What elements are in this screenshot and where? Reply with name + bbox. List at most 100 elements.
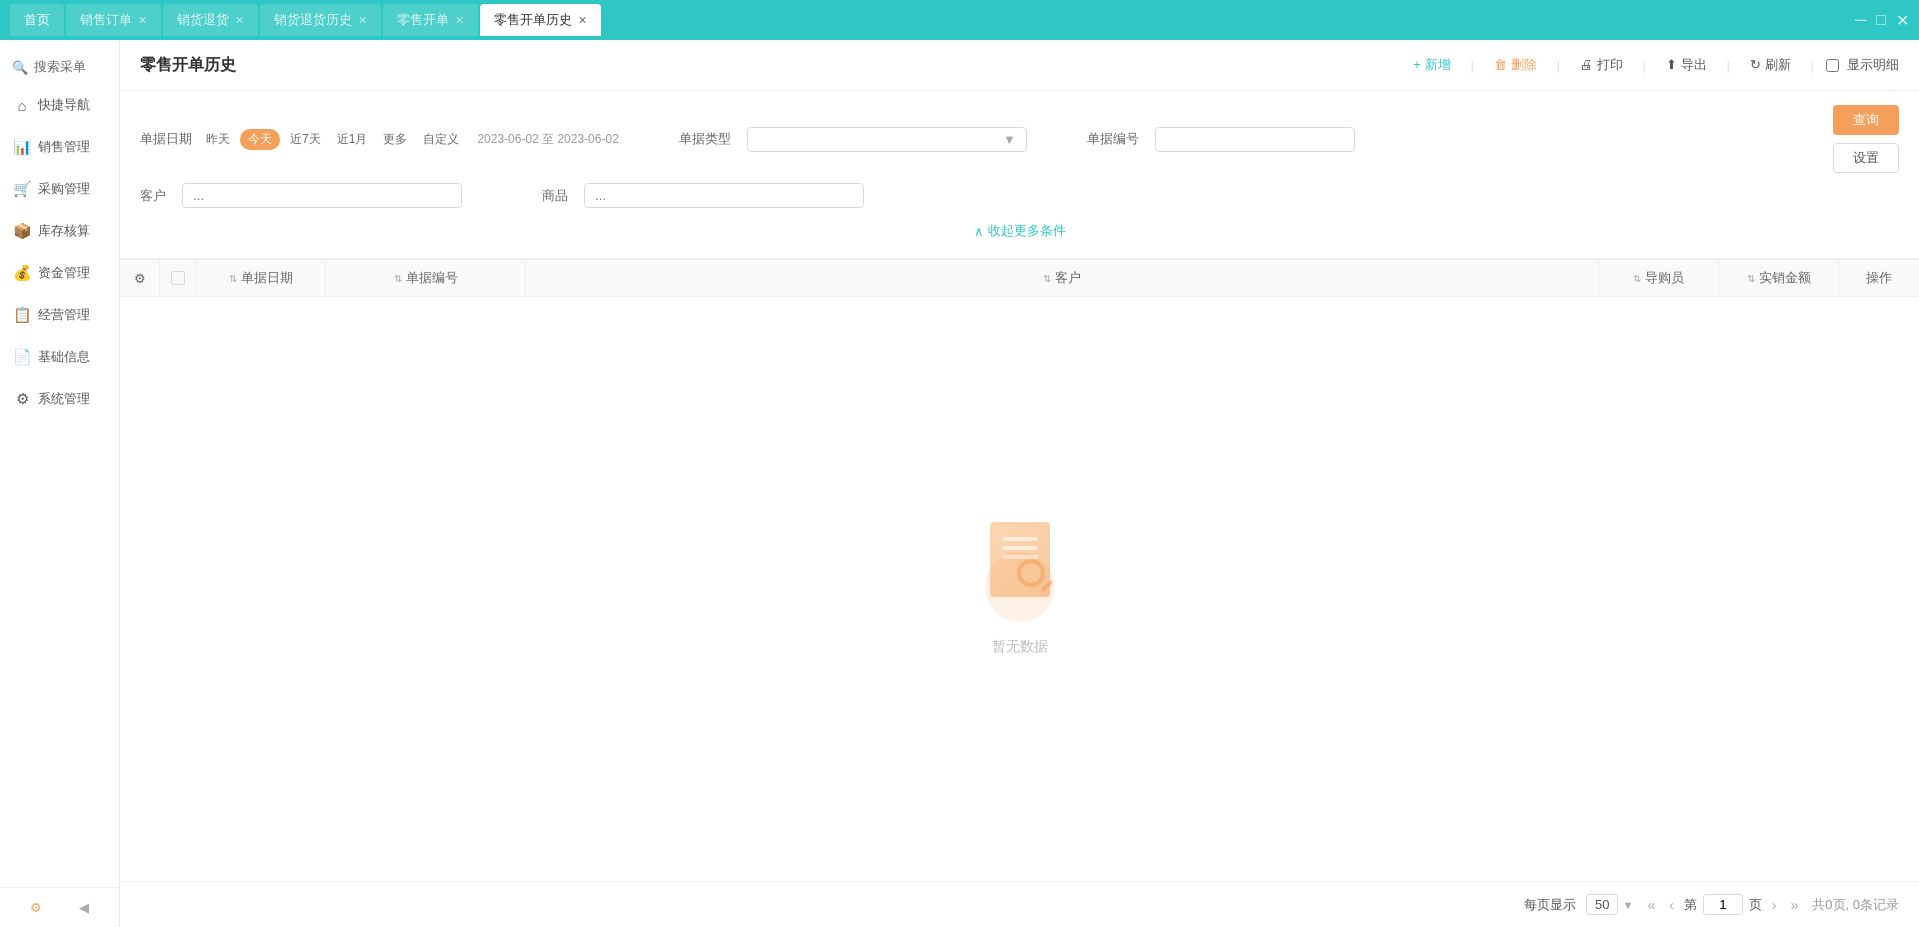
top-tabbar: 首页 销售订单 ✕ 销货退货 ✕ 销货退货历史 ✕ 零售开单 ✕ 零售开单历史 … — [0, 0, 1919, 40]
page-suffix: 页 — [1749, 896, 1762, 914]
window-controls: ─ □ ✕ — [1855, 11, 1909, 30]
sidebar-item-sales-mgmt[interactable]: 📊 销售管理 — [0, 126, 119, 168]
bill-type-label: 单据类型 — [679, 130, 731, 148]
sidebar-item-system[interactable]: ⚙ 系统管理 — [0, 378, 119, 420]
page-number-input[interactable] — [1703, 894, 1743, 915]
tab-sales-return-history[interactable]: 销货退货历史 ✕ — [260, 4, 381, 36]
illus-circle — [985, 552, 1055, 622]
collapse-label: 收起更多条件 — [988, 222, 1066, 240]
goods-field: 商品 — [542, 183, 864, 208]
bill-no-label: 单据编号 — [1087, 130, 1139, 148]
empty-state: 暂无数据 — [120, 297, 1919, 881]
th-settings[interactable]: ⚙ — [120, 260, 160, 296]
th-amount: ⇅ 实销金额 — [1719, 260, 1839, 296]
page-size-select[interactable]: 50 ▼ — [1586, 894, 1633, 915]
page-size-value[interactable]: 50 — [1586, 894, 1618, 915]
show-detail-label-text: 显示明细 — [1847, 56, 1899, 74]
filter-row-2: 客户 商品 — [140, 183, 1899, 208]
th-checkbox[interactable] — [160, 260, 196, 296]
tab-sales-order[interactable]: 销售订单 ✕ — [66, 4, 161, 36]
sort-date-icon[interactable]: ⇅ — [229, 273, 237, 284]
bill-no-field: 单据编号 — [1087, 127, 1355, 152]
sidebar-item-quick-nav[interactable]: ⌂ 快捷导航 — [0, 84, 119, 126]
sidebar-item-inventory[interactable]: 📦 库存核算 — [0, 210, 119, 252]
sidebar-item-finance-label: 资金管理 — [38, 264, 90, 282]
page-title: 零售开单历史 — [140, 55, 236, 76]
filter-area: 单据日期 昨天 今天 近7天 近1月 更多 自定义 2023-06-02 至 2… — [120, 91, 1919, 259]
bill-type-select[interactable]: ▼ — [747, 127, 1027, 152]
purchase-icon: 🛒 — [14, 181, 30, 197]
add-button[interactable]: + 新增 — [1405, 52, 1458, 78]
search-icon: 🔍 — [12, 60, 28, 75]
prev-page-button[interactable]: ‹ — [1665, 895, 1678, 915]
select-all-checkbox[interactable] — [171, 271, 185, 285]
date-btn-7days[interactable]: 近7天 — [284, 129, 327, 150]
sidebar-search-label: 搜索采单 — [34, 58, 86, 76]
sidebar-item-quick-nav-label: 快捷导航 — [38, 96, 90, 114]
tab-retail-open-close[interactable]: ✕ — [455, 14, 464, 27]
sort-guide-icon[interactable]: ⇅ — [1633, 273, 1641, 284]
setting-button[interactable]: 设置 — [1833, 143, 1899, 173]
sort-customer-icon[interactable]: ⇅ — [1043, 273, 1051, 284]
sort-bill-no-icon[interactable]: ⇅ — [394, 273, 402, 284]
minimize-button[interactable]: ─ — [1855, 11, 1866, 29]
query-button[interactable]: 查询 — [1833, 105, 1899, 135]
date-btn-more[interactable]: 更多 — [377, 129, 413, 150]
tab-retail-open-history-close[interactable]: ✕ — [578, 14, 587, 27]
sidebar-item-operations[interactable]: 📋 经营管理 — [0, 294, 119, 336]
show-detail-checkbox[interactable] — [1826, 59, 1839, 72]
close-button[interactable]: ✕ — [1896, 11, 1909, 30]
tab-sales-return[interactable]: 销货退货 ✕ — [163, 4, 258, 36]
tab-retail-open[interactable]: 零售开单 ✕ — [383, 4, 478, 36]
tab-sales-return-close[interactable]: ✕ — [235, 14, 244, 27]
table-area: ⚙ ⇅ 单据日期 ⇅ 单据编号 ⇅ 客户 ⇅ — [120, 259, 1919, 881]
sidebar-item-sales-mgmt-label: 销售管理 — [38, 138, 90, 156]
date-filter-field: 单据日期 昨天 今天 近7天 近1月 更多 自定义 2023-06-02 至 2… — [140, 129, 619, 150]
sidebar-item-system-label: 系统管理 — [38, 390, 90, 408]
first-page-button[interactable]: « — [1643, 895, 1659, 915]
page-prefix: 第 — [1684, 896, 1697, 914]
th-guide: ⇅ 导购员 — [1599, 260, 1719, 296]
delete-button[interactable]: 🗑 删除 — [1486, 52, 1545, 78]
tab-sales-order-close[interactable]: ✕ — [138, 14, 147, 27]
tab-retail-open-history-label: 零售开单历史 — [494, 11, 572, 29]
refresh-button[interactable]: ↻ 刷新 — [1742, 52, 1799, 78]
sidebar-item-basic-info[interactable]: 📄 基础信息 — [0, 336, 119, 378]
per-page-label: 每页显示 — [1524, 896, 1576, 914]
last-page-button[interactable]: » — [1787, 895, 1803, 915]
tab-retail-open-history[interactable]: 零售开单历史 ✕ — [480, 4, 601, 36]
date-btn-1month[interactable]: 近1月 — [331, 129, 374, 150]
settings-icon[interactable]: ⚙ — [30, 900, 42, 915]
illus-line-2 — [1002, 546, 1038, 550]
header-actions: + 新增 | 🗑 删除 | 🖨 打印 | ⬆ 导出 | ↻ 刷新 | 显示明细 — [1405, 52, 1899, 78]
basic-info-icon: 📄 — [14, 349, 30, 365]
sort-amount-icon[interactable]: ⇅ — [1747, 273, 1755, 284]
sidebar-item-finance[interactable]: 💰 资金管理 — [0, 252, 119, 294]
date-btn-custom[interactable]: 自定义 — [417, 129, 465, 150]
total-info: 共0页, 0条记录 — [1812, 896, 1899, 914]
date-btn-today[interactable]: 今天 — [240, 129, 280, 150]
th-customer: ⇅ 客户 — [526, 260, 1599, 296]
inventory-icon: 📦 — [14, 223, 30, 239]
sidebar-item-purchase-mgmt[interactable]: 🛒 采购管理 — [0, 168, 119, 210]
collapse-more-button[interactable]: ∧ 收起更多条件 — [974, 222, 1066, 240]
content-area: 零售开单历史 + 新增 | 🗑 删除 | 🖨 打印 | ⬆ 导出 | ↻ 刷新 … — [120, 40, 1919, 927]
settings-col-icon: ⚙ — [134, 271, 146, 286]
empty-illustration — [970, 522, 1070, 622]
date-btn-yesterday[interactable]: 昨天 — [200, 129, 236, 150]
show-detail-toggle[interactable]: 显示明细 — [1826, 56, 1899, 74]
goods-input[interactable] — [584, 183, 864, 208]
print-button[interactable]: 🖨 打印 — [1572, 52, 1631, 78]
tab-sales-return-history-close[interactable]: ✕ — [358, 14, 367, 27]
collapse-icon[interactable]: ◀ — [79, 900, 89, 915]
expand-row: ∧ 收起更多条件 — [140, 218, 1899, 244]
sidebar-search[interactable]: 🔍 搜索采单 — [0, 50, 119, 84]
th-op: 操作 — [1839, 260, 1919, 296]
tab-home[interactable]: 首页 — [10, 4, 64, 36]
next-page-button[interactable]: › — [1768, 895, 1781, 915]
export-button[interactable]: ⬆ 导出 — [1658, 52, 1715, 78]
customer-input[interactable] — [182, 183, 462, 208]
bill-no-input[interactable] — [1155, 127, 1355, 152]
maximize-button[interactable]: □ — [1876, 11, 1886, 29]
goods-label: 商品 — [542, 187, 568, 205]
